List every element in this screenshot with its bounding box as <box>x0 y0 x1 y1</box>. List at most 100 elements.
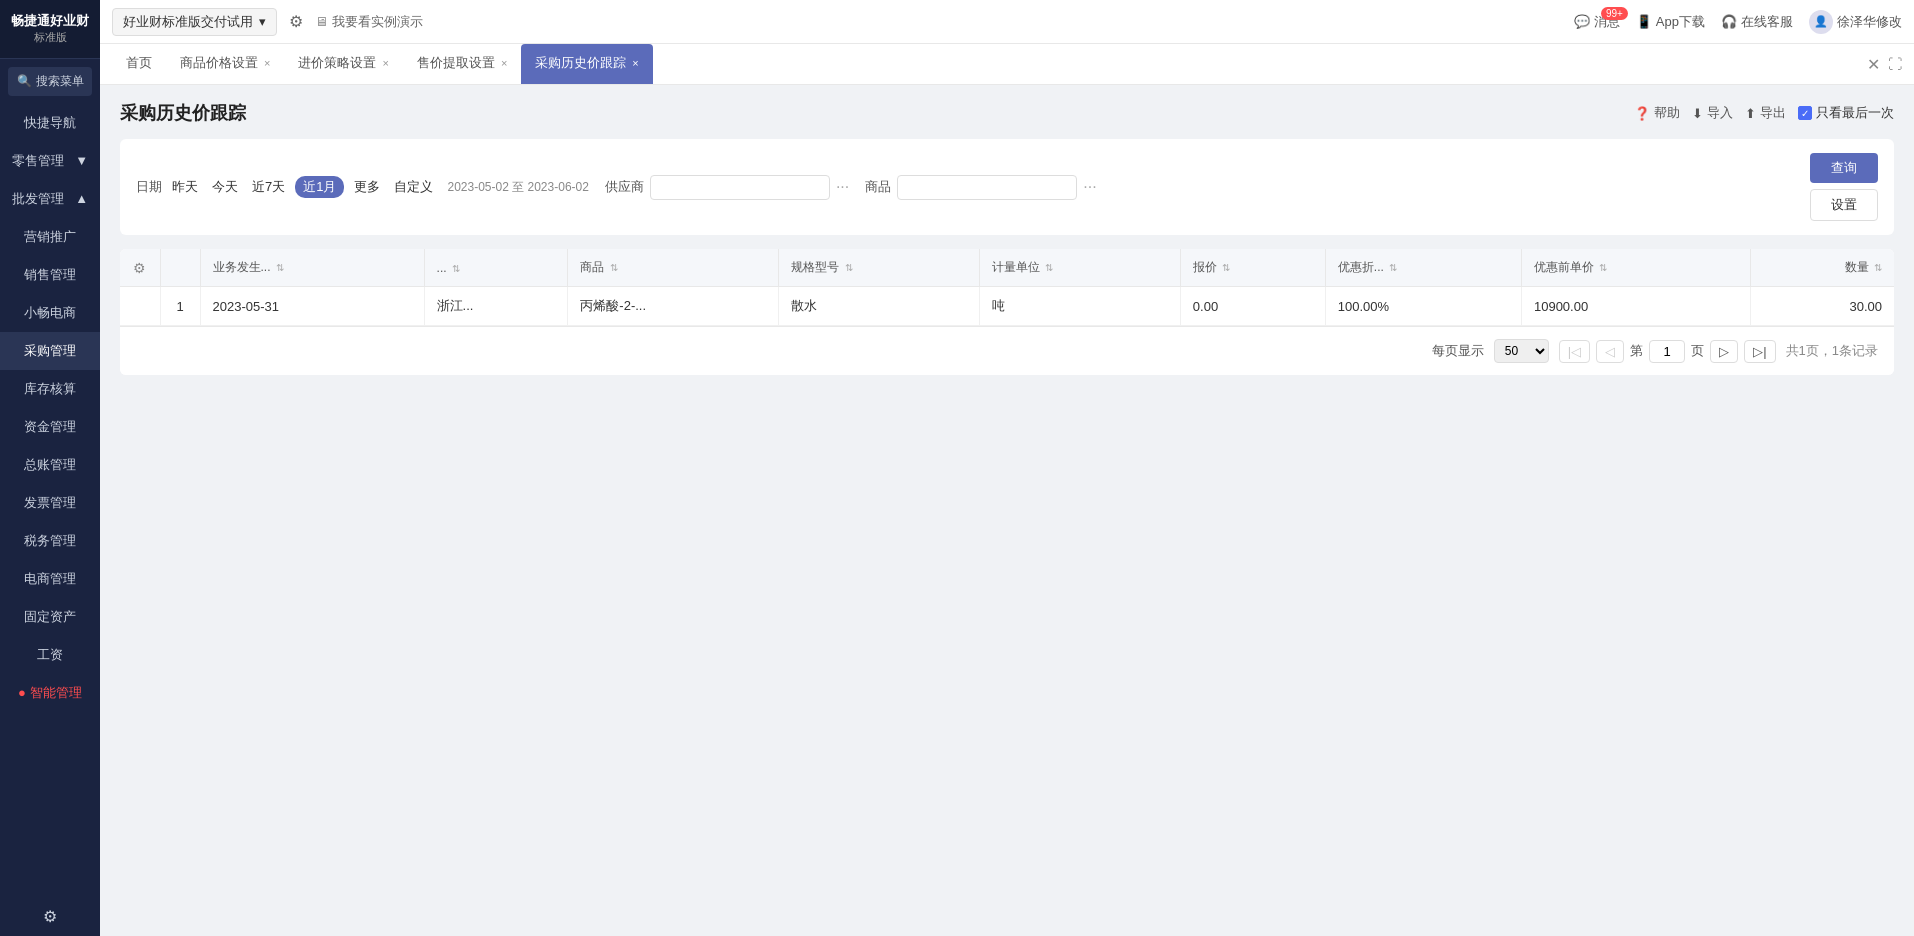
th-quantity[interactable]: 数量 ⇅ <box>1750 249 1894 287</box>
close-all-tabs-button[interactable]: ✕ <box>1867 55 1880 74</box>
filter-settings-button[interactable]: 设置 <box>1810 189 1878 221</box>
td-product: 丙烯酸-2-... <box>568 287 779 326</box>
sidebar-purchase-label: 采购管理 <box>24 342 76 360</box>
th-settings[interactable]: ⚙ <box>120 249 160 287</box>
tab-home[interactable]: 首页 <box>112 44 166 84</box>
query-button[interactable]: 查询 <box>1810 153 1878 183</box>
avatar: 👤 <box>1809 10 1833 34</box>
td-discount: 100.00% <box>1325 287 1521 326</box>
th-supplier[interactable]: ... ⇅ <box>424 249 568 287</box>
date-7days[interactable]: 近7天 <box>248 176 289 198</box>
date-1month[interactable]: 近1月 <box>295 176 344 198</box>
data-table: ⚙ 业务发生... ⇅ ... ⇅ 商品 ⇅ <box>120 249 1894 326</box>
tab-history-close[interactable]: × <box>632 57 638 69</box>
date-more[interactable]: 更多 <box>350 176 384 198</box>
last-page-button[interactable]: ▷| <box>1744 340 1775 363</box>
th-discount[interactable]: 优惠折... ⇅ <box>1325 249 1521 287</box>
sidebar-sales-label: 销售管理 <box>24 266 76 284</box>
sidebar-item-wholesale[interactable]: 批发管理 ▲ <box>0 180 100 218</box>
message-icon: 💬 <box>1574 14 1590 29</box>
topbar-gear-button[interactable]: ⚙ <box>289 12 303 31</box>
th-date[interactable]: 业务发生... ⇅ <box>200 249 424 287</box>
chevron-down-icon: ▼ <box>75 153 88 168</box>
sidebar-item-marketing[interactable]: 营销推广 <box>0 218 100 256</box>
app-download-button[interactable]: 📱 App下载 <box>1636 13 1705 31</box>
tab-strategy-label: 进价策略设置 <box>298 54 376 72</box>
tab-extract-close[interactable]: × <box>501 57 507 69</box>
tab-price-close[interactable]: × <box>264 57 270 69</box>
help-label: 帮助 <box>1654 104 1680 122</box>
only-last-label: 只看最后一次 <box>1816 104 1894 122</box>
sidebar-item-salary[interactable]: 工资 <box>0 636 100 674</box>
sidebar-item-ledger[interactable]: 总账管理 <box>0 446 100 484</box>
expand-tabs-button[interactable]: ⛶ <box>1888 56 1902 72</box>
tab-strategy-close[interactable]: × <box>382 57 388 69</box>
sidebar-item-retail[interactable]: 零售管理 ▼ <box>0 142 100 180</box>
next-page-button[interactable]: ▷ <box>1710 340 1738 363</box>
date-options: 昨天 今天 近7天 近1月 更多 自定义 <box>168 176 437 198</box>
sidebar-assets-label: 固定资产 <box>24 608 76 626</box>
column-settings-icon[interactable]: ⚙ <box>133 260 146 276</box>
sidebar-item-quick-nav[interactable]: 快捷导航 <box>0 104 100 142</box>
filter-area: 日期 昨天 今天 近7天 近1月 更多 自定义 2023-05-02 至 202… <box>120 139 1894 235</box>
sidebar: 畅捷通好业财 标准版 🔍 搜索菜单 快捷导航 零售管理 ▼ 批发管理 ▲ 营销推… <box>0 0 100 936</box>
th-spec[interactable]: 规格型号 ⇅ <box>779 249 980 287</box>
monitor-icon: 🖥 <box>315 14 328 29</box>
sidebar-item-ecommerce-small[interactable]: 小畅电商 <box>0 294 100 332</box>
tab-history-label: 采购历史价跟踪 <box>535 54 626 72</box>
th-unit-price[interactable]: 优惠前单价 ⇅ <box>1521 249 1750 287</box>
edition-selector[interactable]: 好业财标准版交付试用 ▾ <box>112 8 277 36</box>
sidebar-ecommerce-small-label: 小畅电商 <box>24 304 76 322</box>
filter-buttons: 查询 设置 <box>1810 153 1878 221</box>
date-today[interactable]: 今天 <box>208 176 242 198</box>
sidebar-item-assets[interactable]: 固定资产 <box>0 598 100 636</box>
sidebar-gear-button[interactable]: ⚙ <box>43 907 57 926</box>
product-input[interactable] <box>897 175 1077 200</box>
date-yesterday[interactable]: 昨天 <box>168 176 202 198</box>
sidebar-item-inventory[interactable]: 库存核算 <box>0 370 100 408</box>
search-menu-button[interactable]: 🔍 搜索菜单 <box>8 67 92 96</box>
sidebar-item-invoice[interactable]: 发票管理 <box>0 484 100 522</box>
td-unit: 吨 <box>980 287 1181 326</box>
sidebar-item-tax[interactable]: 税务管理 <box>0 522 100 560</box>
sidebar-item-sales[interactable]: 销售管理 <box>0 256 100 294</box>
sort-discount-icon: ⇅ <box>1389 262 1397 273</box>
export-button[interactable]: ⬆ 导出 <box>1745 104 1786 122</box>
tab-extract[interactable]: 售价提取设置 × <box>403 44 521 84</box>
td-settings <box>120 287 160 326</box>
sidebar-item-finance[interactable]: 资金管理 <box>0 408 100 446</box>
import-button[interactable]: ⬇ 导入 <box>1692 104 1733 122</box>
tab-price[interactable]: 商品价格设置 × <box>166 44 284 84</box>
only-last-checkbox[interactable]: ✓ 只看最后一次 <box>1798 104 1894 122</box>
sidebar-tax-label: 税务管理 <box>24 532 76 550</box>
help-button[interactable]: ❓ 帮助 <box>1634 104 1680 122</box>
th-product-label: 商品 <box>580 260 604 274</box>
sidebar-item-smart[interactable]: ● 智能管理 <box>0 674 100 712</box>
date-range-display: 2023-05-02 至 2023-06-02 <box>447 179 588 196</box>
th-unit-price-label: 优惠前单价 <box>1534 260 1594 274</box>
prev-page-button[interactable]: ◁ <box>1596 340 1624 363</box>
message-badge: 99+ <box>1601 7 1628 20</box>
online-service-button[interactable]: 🎧 在线客服 <box>1721 13 1793 31</box>
supplier-dots[interactable]: ··· <box>836 178 849 196</box>
tab-history[interactable]: 采购历史价跟踪 × <box>521 44 652 84</box>
data-table-container: ⚙ 业务发生... ⇅ ... ⇅ 商品 ⇅ <box>120 249 1894 375</box>
sidebar-item-ecommerce[interactable]: 电商管理 <box>0 560 100 598</box>
page-number-input[interactable] <box>1649 340 1685 363</box>
per-page-select[interactable]: 50 100 200 <box>1494 339 1549 363</box>
th-spec-label: 规格型号 <box>791 260 839 274</box>
supplier-input[interactable] <box>650 175 830 200</box>
th-price[interactable]: 报价 ⇅ <box>1180 249 1325 287</box>
sidebar-item-purchase[interactable]: 采购管理 <box>0 332 100 370</box>
message-button[interactable]: 💬 消息 99+ <box>1574 13 1620 31</box>
date-custom[interactable]: 自定义 <box>390 176 437 198</box>
first-page-button[interactable]: |◁ <box>1559 340 1590 363</box>
th-unit[interactable]: 计量单位 ⇅ <box>980 249 1181 287</box>
app-download-label: App下载 <box>1656 13 1705 31</box>
user-menu-button[interactable]: 👤 徐泽华修改 <box>1809 10 1902 34</box>
product-dots[interactable]: ··· <box>1083 178 1096 196</box>
td-supplier: 浙江... <box>424 287 568 326</box>
th-product[interactable]: 商品 ⇅ <box>568 249 779 287</box>
demo-button[interactable]: 🖥 我要看实例演示 <box>315 13 423 31</box>
tab-strategy[interactable]: 进价策略设置 × <box>284 44 402 84</box>
